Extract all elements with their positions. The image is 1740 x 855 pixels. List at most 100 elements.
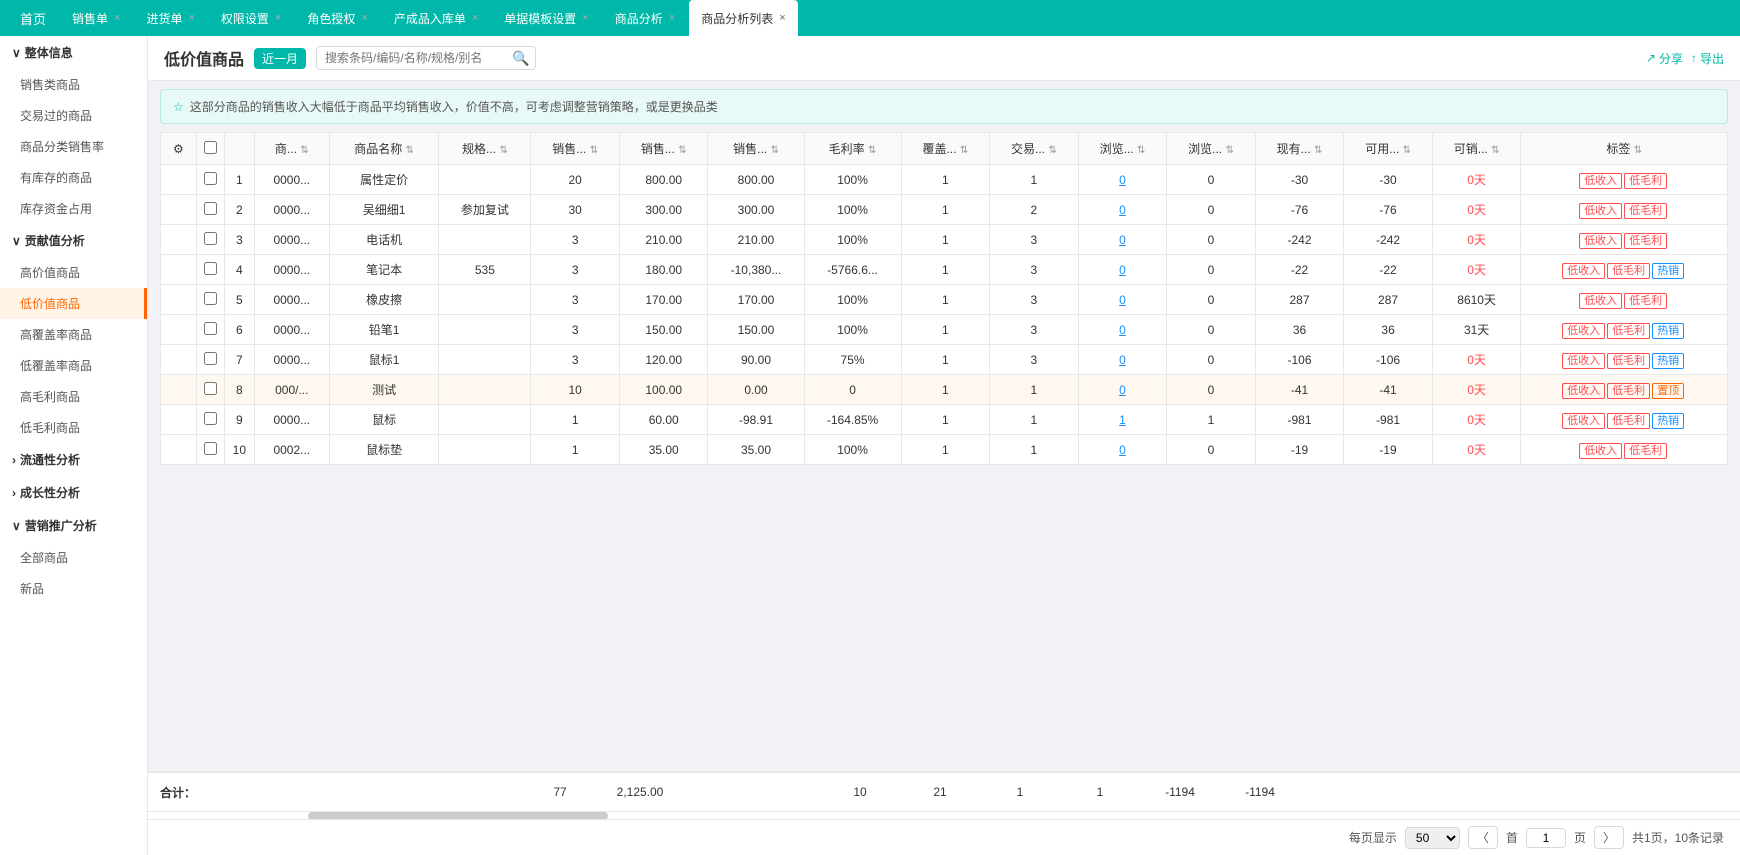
summary-current-stock: -1194 bbox=[1140, 781, 1220, 803]
first-page-button[interactable]: 〈 bbox=[1468, 826, 1498, 849]
cell-checkbox[interactable] bbox=[196, 405, 224, 435]
nav-tab-permission[interactable]: 权限设置 × bbox=[209, 0, 293, 36]
search-icon[interactable]: 🔍 bbox=[512, 50, 529, 67]
filter-recent-month-button[interactable]: 近一月 bbox=[254, 48, 306, 69]
row-checkbox[interactable] bbox=[204, 322, 217, 335]
sidebar-item-high-margin[interactable]: 高毛利商品 bbox=[0, 381, 147, 412]
col-available[interactable]: 可用... ⇅ bbox=[1344, 133, 1433, 165]
nav-tab-purchase-order[interactable]: 进货单 × bbox=[134, 0, 206, 36]
row-checkbox[interactable] bbox=[204, 262, 217, 275]
views-link[interactable]: 0 bbox=[1119, 353, 1126, 367]
cell-checkbox[interactable] bbox=[196, 255, 224, 285]
sidebar-item-new-products[interactable]: 新品 bbox=[0, 573, 147, 604]
row-checkbox[interactable] bbox=[204, 232, 217, 245]
views-link[interactable]: 0 bbox=[1119, 383, 1126, 397]
close-tab-icon[interactable]: × bbox=[114, 12, 120, 24]
views-link[interactable]: 0 bbox=[1119, 203, 1126, 217]
cell-checkbox[interactable] bbox=[196, 195, 224, 225]
views-link[interactable]: 0 bbox=[1119, 323, 1126, 337]
search-input[interactable] bbox=[316, 46, 536, 70]
cell-checkbox[interactable] bbox=[196, 375, 224, 405]
row-checkbox[interactable] bbox=[204, 352, 217, 365]
next-page-button[interactable]: 〉 bbox=[1594, 826, 1624, 849]
views-link[interactable]: 0 bbox=[1119, 443, 1126, 457]
col-coverage[interactable]: 覆盖... ⇅ bbox=[901, 133, 990, 165]
sidebar-item-category-sales[interactable]: 商品分类销售率 bbox=[0, 131, 147, 162]
col-tags[interactable]: 标签 ⇅ bbox=[1521, 133, 1728, 165]
nav-tab-sales-order[interactable]: 销售单 × bbox=[60, 0, 132, 36]
col-current-stock[interactable]: 现有... ⇅ bbox=[1255, 133, 1344, 165]
col-sales-amt[interactable]: 销售... ⇅ bbox=[619, 133, 708, 165]
close-tab-icon[interactable]: × bbox=[275, 12, 281, 24]
col-trade[interactable]: 交易... ⇅ bbox=[990, 133, 1079, 165]
col-views2[interactable]: 浏览... ⇅ bbox=[1167, 133, 1256, 165]
sidebar-item-stocked-products[interactable]: 有库存的商品 bbox=[0, 162, 147, 193]
sidebar-item-traded-products[interactable]: 交易过的商品 bbox=[0, 100, 147, 131]
cell-gross-margin: 75% bbox=[804, 345, 901, 375]
col-code[interactable]: 商... ⇅ bbox=[254, 133, 329, 165]
col-views1[interactable]: 浏览... ⇅ bbox=[1078, 133, 1167, 165]
sidebar-item-low-coverage[interactable]: 低覆盖率商品 bbox=[0, 350, 147, 381]
select-all-checkbox[interactable] bbox=[204, 141, 217, 154]
nav-tab-product-analysis-list[interactable]: 商品分析列表 × bbox=[689, 0, 797, 36]
col-spec[interactable]: 规格... ⇅ bbox=[439, 133, 531, 165]
sidebar-item-high-coverage[interactable]: 高覆盖率商品 bbox=[0, 319, 147, 350]
total-records-label: 共1页，10条记录 bbox=[1632, 829, 1724, 846]
row-checkbox[interactable] bbox=[204, 172, 217, 185]
nav-tab-product-inbound[interactable]: 产成品入库单 × bbox=[382, 0, 490, 36]
col-sellable[interactable]: 可销... ⇅ bbox=[1432, 133, 1521, 165]
cell-checkbox[interactable] bbox=[196, 225, 224, 255]
close-tab-icon[interactable]: × bbox=[582, 12, 588, 24]
sidebar-item-high-value[interactable]: 高价值商品 bbox=[0, 257, 147, 288]
sidebar-item-low-value[interactable]: 低价值商品 bbox=[0, 288, 147, 319]
cell-checkbox[interactable] bbox=[196, 285, 224, 315]
nav-home[interactable]: 首页 bbox=[8, 9, 58, 28]
col-settings[interactable]: ⚙ bbox=[161, 133, 197, 165]
sidebar-item-low-margin[interactable]: 低毛利商品 bbox=[0, 412, 147, 443]
sidebar-item-sales-products[interactable]: 销售类商品 bbox=[0, 69, 147, 100]
export-button[interactable]: ↑ 导出 bbox=[1691, 50, 1724, 67]
close-tab-icon[interactable]: × bbox=[779, 12, 785, 24]
sidebar-section-overview[interactable]: ∨ 整体信息 bbox=[0, 36, 147, 69]
cell-sales-qty: 3 bbox=[531, 255, 620, 285]
views-link[interactable]: 1 bbox=[1119, 413, 1126, 427]
cell-sellable: 0天 bbox=[1432, 405, 1521, 435]
days-label: 0天 bbox=[1467, 173, 1486, 187]
sidebar-section-contribution[interactable]: ∨ 贡献值分析 bbox=[0, 224, 147, 257]
page-number-input[interactable] bbox=[1526, 828, 1566, 848]
table-container[interactable]: ⚙ 商... ⇅ 商品名称 ⇅ 规格... ⇅ 销售... ⇅ 销售... ⇅ … bbox=[148, 124, 1740, 771]
cell-checkbox[interactable] bbox=[196, 165, 224, 195]
views-link[interactable]: 0 bbox=[1119, 173, 1126, 187]
nav-tab-role[interactable]: 角色授权 × bbox=[295, 0, 379, 36]
views-link[interactable]: 0 bbox=[1119, 263, 1126, 277]
horizontal-scrollbar[interactable] bbox=[148, 811, 1740, 819]
row-checkbox[interactable] bbox=[204, 202, 217, 215]
sidebar-section-liquidity[interactable]: › 流通性分析 bbox=[0, 443, 147, 476]
per-page-select[interactable]: 50 100 200 bbox=[1405, 827, 1460, 849]
share-button[interactable]: ↗ 分享 bbox=[1646, 50, 1683, 67]
col-name[interactable]: 商品名称 ⇅ bbox=[329, 133, 439, 165]
nav-tab-product-analysis[interactable]: 商品分析 × bbox=[603, 0, 687, 36]
sidebar-section-growth[interactable]: › 成长性分析 bbox=[0, 476, 147, 509]
cell-checkbox[interactable] bbox=[196, 435, 224, 465]
close-tab-icon[interactable]: × bbox=[472, 12, 478, 24]
sidebar-item-all-products[interactable]: 全部商品 bbox=[0, 542, 147, 573]
row-checkbox[interactable] bbox=[204, 382, 217, 395]
row-checkbox[interactable] bbox=[204, 442, 217, 455]
col-gross-margin[interactable]: 毛利率 ⇅ bbox=[804, 133, 901, 165]
col-sales-qty[interactable]: 销售... ⇅ bbox=[531, 133, 620, 165]
sidebar-section-marketing[interactable]: ∨ 营销推广分析 bbox=[0, 509, 147, 542]
row-checkbox[interactable] bbox=[204, 292, 217, 305]
views-link[interactable]: 0 bbox=[1119, 293, 1126, 307]
close-tab-icon[interactable]: × bbox=[188, 12, 194, 24]
cell-checkbox[interactable] bbox=[196, 315, 224, 345]
views-link[interactable]: 0 bbox=[1119, 233, 1126, 247]
nav-tab-template[interactable]: 单据模板设置 × bbox=[492, 0, 600, 36]
row-checkbox[interactable] bbox=[204, 412, 217, 425]
close-tab-icon[interactable]: × bbox=[669, 12, 675, 24]
cell-checkbox[interactable] bbox=[196, 345, 224, 375]
col-checkbox[interactable] bbox=[196, 133, 224, 165]
close-tab-icon[interactable]: × bbox=[361, 12, 367, 24]
col-sales-profit[interactable]: 销售... ⇅ bbox=[708, 133, 804, 165]
sidebar-item-stock-capital[interactable]: 库存资金占用 bbox=[0, 193, 147, 224]
